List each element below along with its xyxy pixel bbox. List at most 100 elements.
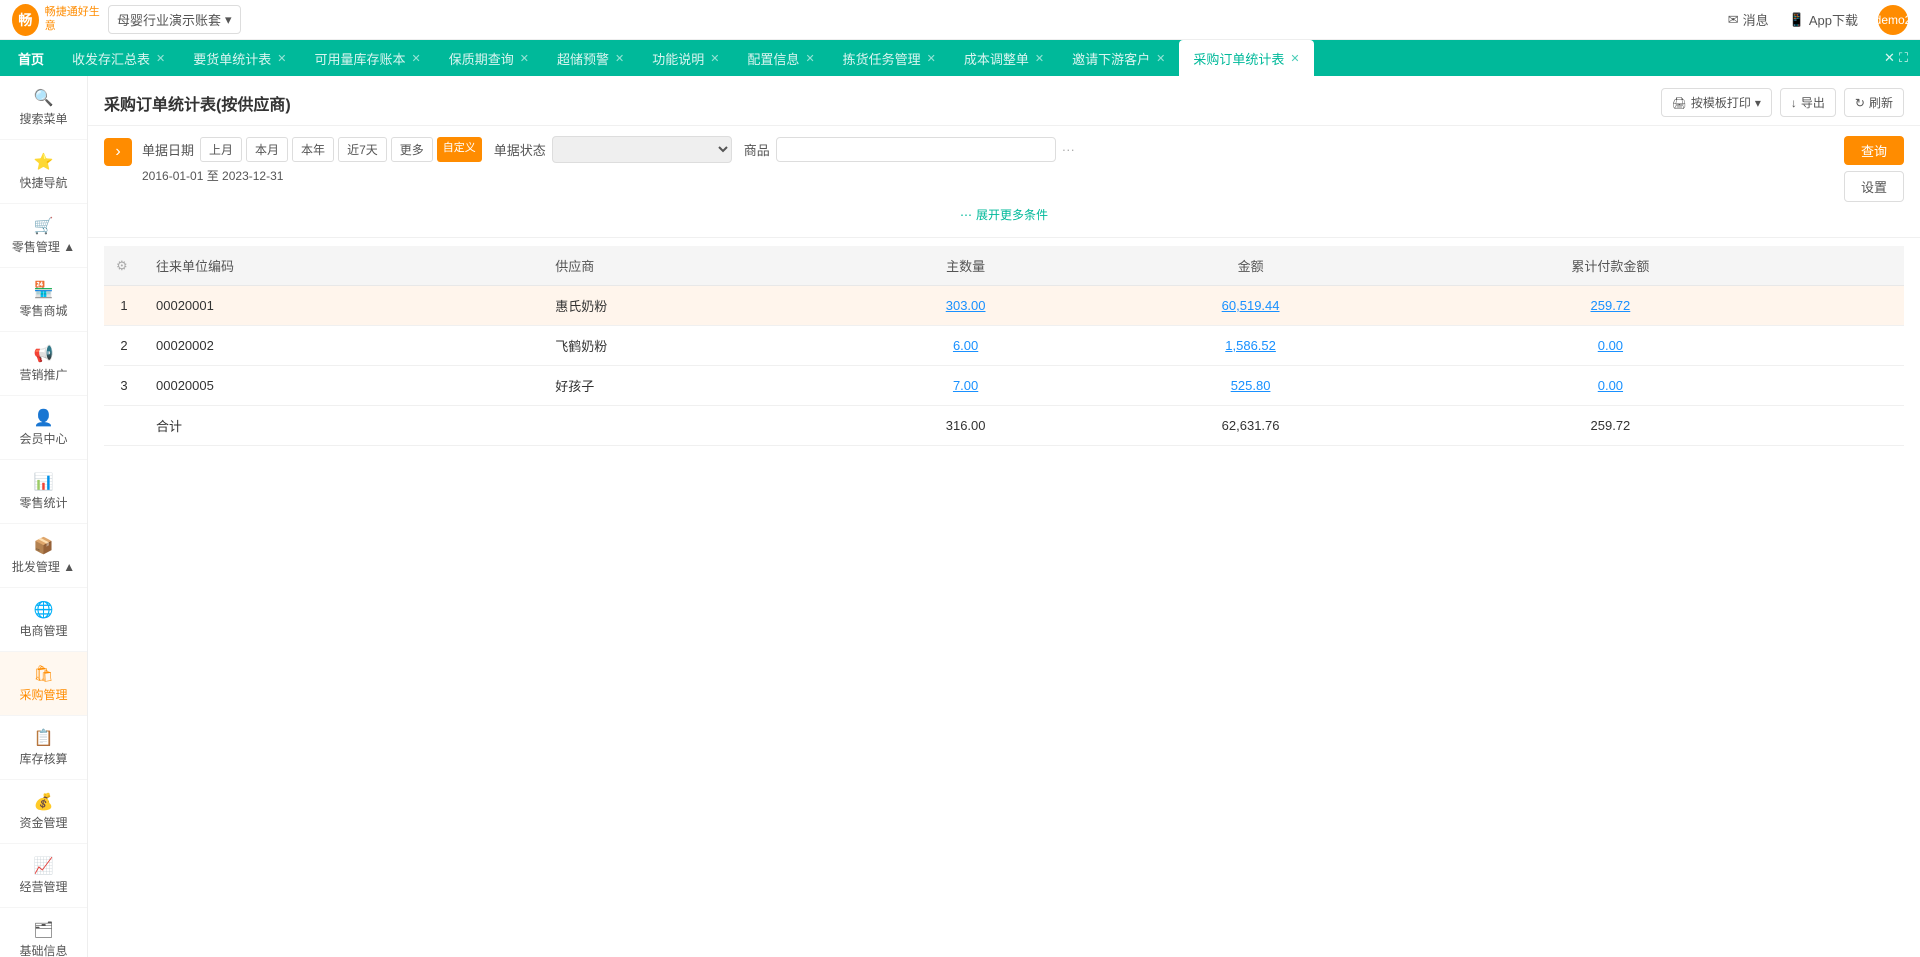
tab-close-icon[interactable]: ✕	[277, 52, 286, 65]
row-seq: 3	[104, 366, 144, 406]
maximize-icon[interactable]: ⛶	[1899, 50, 1908, 66]
custom-badge: 自定义	[437, 137, 482, 162]
date-btn-last-month[interactable]: 上月	[200, 137, 242, 162]
sidebar-item-retail[interactable]: 🛒 零售管理 ▲	[0, 204, 87, 268]
more-icon[interactable]: ···	[1062, 142, 1075, 157]
filter-area: › 单据日期 上月 本月 本年 近7天 更多	[88, 126, 1920, 238]
expand-more-btn[interactable]: ⋯ 展开更多条件	[104, 202, 1904, 227]
row-amount: 1,586.52	[1090, 326, 1410, 366]
box-icon: 📦	[4, 536, 83, 556]
tab-close-icon[interactable]: ✕	[1156, 52, 1165, 65]
table-header-row: ⚙ 往来单位编码 供应商 主数量 金额 累计付款金额	[104, 246, 1904, 286]
app-download-label: App下载	[1809, 10, 1858, 29]
chevron-down-icon: ▾	[225, 12, 232, 28]
filter-main-row: › 单据日期 上月 本月 本年 近7天 更多	[104, 136, 1904, 202]
date-btn-this-year[interactable]: 本年	[292, 137, 334, 162]
query-button[interactable]: 查询	[1844, 136, 1904, 165]
row-seq: 1	[104, 286, 144, 326]
tab-expiry-query[interactable]: 保质期查询 ✕	[435, 40, 543, 76]
row-qty: 6.00	[841, 326, 1091, 366]
row-code: 00020005	[144, 366, 543, 406]
sidebar-item-ecom[interactable]: 🌐 电商管理	[0, 588, 87, 652]
row-paid: 259.72	[1411, 286, 1810, 326]
tab-invite-downstream[interactable]: 邀请下游客户 ✕	[1058, 40, 1179, 76]
row-paid: 0.00	[1411, 326, 1810, 366]
date-btn-7days[interactable]: 近7天	[338, 137, 387, 162]
base-icon: 🗂	[4, 920, 83, 940]
sidebar-item-ops[interactable]: 📈 经营管理	[0, 844, 87, 908]
date-btn-more[interactable]: 更多	[391, 137, 433, 162]
marketing-icon: 📢	[4, 344, 83, 364]
tab-close-icon[interactable]: ✕	[927, 52, 936, 65]
settings-icon[interactable]: ⚙	[116, 258, 128, 273]
footer-label: 合计	[144, 406, 841, 446]
settings-button[interactable]: 设置	[1844, 171, 1904, 202]
tab-close-icon[interactable]: ✕	[710, 52, 719, 65]
tab-available-inventory[interactable]: 可用量库存账本 ✕	[300, 40, 434, 76]
expand-icon: ⋯	[960, 208, 972, 222]
footer-amount: 62,631.76	[1090, 406, 1410, 446]
purchase-icon: 🛍	[4, 664, 83, 684]
footer-empty	[104, 406, 144, 446]
sidebar-item-finance[interactable]: 💰 资金管理	[0, 780, 87, 844]
close-all-icon[interactable]: ✕	[1884, 50, 1895, 66]
tab-home[interactable]: 首页	[4, 40, 58, 76]
sidebar-item-quick-nav[interactable]: ⭐ 快捷导航	[0, 140, 87, 204]
sidebar-quicknav-label: 快捷导航	[4, 174, 83, 191]
status-select[interactable]	[552, 136, 732, 163]
tab-close-icon[interactable]: ✕	[1290, 52, 1299, 65]
tab-close-icon[interactable]: ✕	[615, 52, 624, 65]
sidebar-item-retail-mall[interactable]: 🏪 零售商城	[0, 268, 87, 332]
top-bar: 畅 畅捷通好生意 母婴行业演示账套 ▾ ✉ 消息 📱 App下载 demo2	[0, 0, 1920, 40]
refresh-button[interactable]: ↻ 刷新	[1844, 88, 1904, 117]
sidebar-item-purchase[interactable]: 🛍 采购管理	[0, 652, 87, 716]
date-btn-this-month[interactable]: 本月	[246, 137, 288, 162]
tab-config-info[interactable]: 配置信息 ✕	[733, 40, 828, 76]
table-area: ⚙ 往来单位编码 供应商 主数量 金额 累计付款金额 1	[88, 246, 1920, 462]
finance-icon: 💰	[4, 792, 83, 812]
page-title: 采购订单统计表(按供应商)	[104, 91, 291, 115]
goods-label: 商品	[744, 140, 770, 159]
tab-pick-task[interactable]: 拣货任务管理 ✕	[829, 40, 950, 76]
member-icon: 👤	[4, 408, 83, 428]
data-table: ⚙ 往来单位编码 供应商 主数量 金额 累计付款金额 1	[104, 246, 1904, 446]
app-download-btn[interactable]: 📱 App下载	[1789, 10, 1858, 29]
tab-close-icon[interactable]: ✕	[156, 52, 165, 65]
message-label: 消息	[1743, 10, 1769, 29]
tab-close-icon[interactable]: ✕	[520, 52, 529, 65]
export-button[interactable]: ↓ 导出	[1780, 88, 1836, 117]
tab-purchase-order-stat[interactable]: 采购订单统计表 ✕	[1179, 40, 1313, 76]
date-range-display: 2016-01-01 至 2023-12-31	[142, 167, 283, 184]
tab-close-icon[interactable]: ✕	[412, 52, 421, 65]
tab-close-icon[interactable]: ✕	[805, 52, 814, 65]
page-header: 采购订单统计表(按供应商) 🖨 按模板打印 ▾ ↓ 导出 ↻ 刷新	[88, 76, 1920, 126]
row-amount: 525.80	[1090, 366, 1410, 406]
tab-cost-adjust[interactable]: 成本调整单 ✕	[950, 40, 1058, 76]
sidebar-item-wholesale[interactable]: 📦 批发管理 ▲	[0, 524, 87, 588]
tab-close-icon[interactable]: ✕	[1035, 52, 1044, 65]
sidebar-item-member[interactable]: 👤 会员中心	[0, 396, 87, 460]
row-qty: 7.00	[841, 366, 1091, 406]
workspace-selector[interactable]: 母婴行业演示账套 ▾	[108, 5, 241, 34]
avatar[interactable]: demo2	[1878, 5, 1908, 35]
sidebar-item-marketing[interactable]: 📢 营销推广	[0, 332, 87, 396]
sidebar: 🔍 搜索菜单 ⭐ 快捷导航 🛒 零售管理 ▲ 🏪 零售商城 📢 营销推广 👤 会…	[0, 76, 88, 957]
filter-toggle-btn[interactable]: ›	[104, 138, 132, 166]
goods-input[interactable]	[776, 137, 1056, 162]
col-settings: ⚙	[104, 246, 144, 286]
footer-row: 合计 316.00 62,631.76 259.72	[104, 406, 1904, 446]
print-button[interactable]: 🖨 按模板打印 ▾	[1661, 88, 1772, 117]
nav-end-buttons: ✕ ⛶	[1876, 50, 1916, 66]
sidebar-item-search[interactable]: 🔍 搜索菜单	[0, 76, 87, 140]
tab-function-desc[interactable]: 功能说明 ✕	[638, 40, 733, 76]
sidebar-item-retail-stat[interactable]: 📊 零售统计	[0, 460, 87, 524]
date-filter: 单据日期 上月 本月 本年 近7天 更多 自定义	[142, 137, 482, 162]
inventory-icon: 📋	[4, 728, 83, 748]
filter-row-date-range: 2016-01-01 至 2023-12-31	[142, 167, 1832, 184]
sidebar-item-inventory[interactable]: 📋 库存核算	[0, 716, 87, 780]
tab-collect-summary[interactable]: 收发存汇总表 ✕	[58, 40, 179, 76]
sidebar-item-base[interactable]: 🗂 基础信息	[0, 908, 87, 957]
message-btn[interactable]: ✉ 消息	[1728, 10, 1769, 29]
tab-order-stat[interactable]: 要货单统计表 ✕	[179, 40, 300, 76]
tab-overstock-warning[interactable]: 超储预警 ✕	[543, 40, 638, 76]
